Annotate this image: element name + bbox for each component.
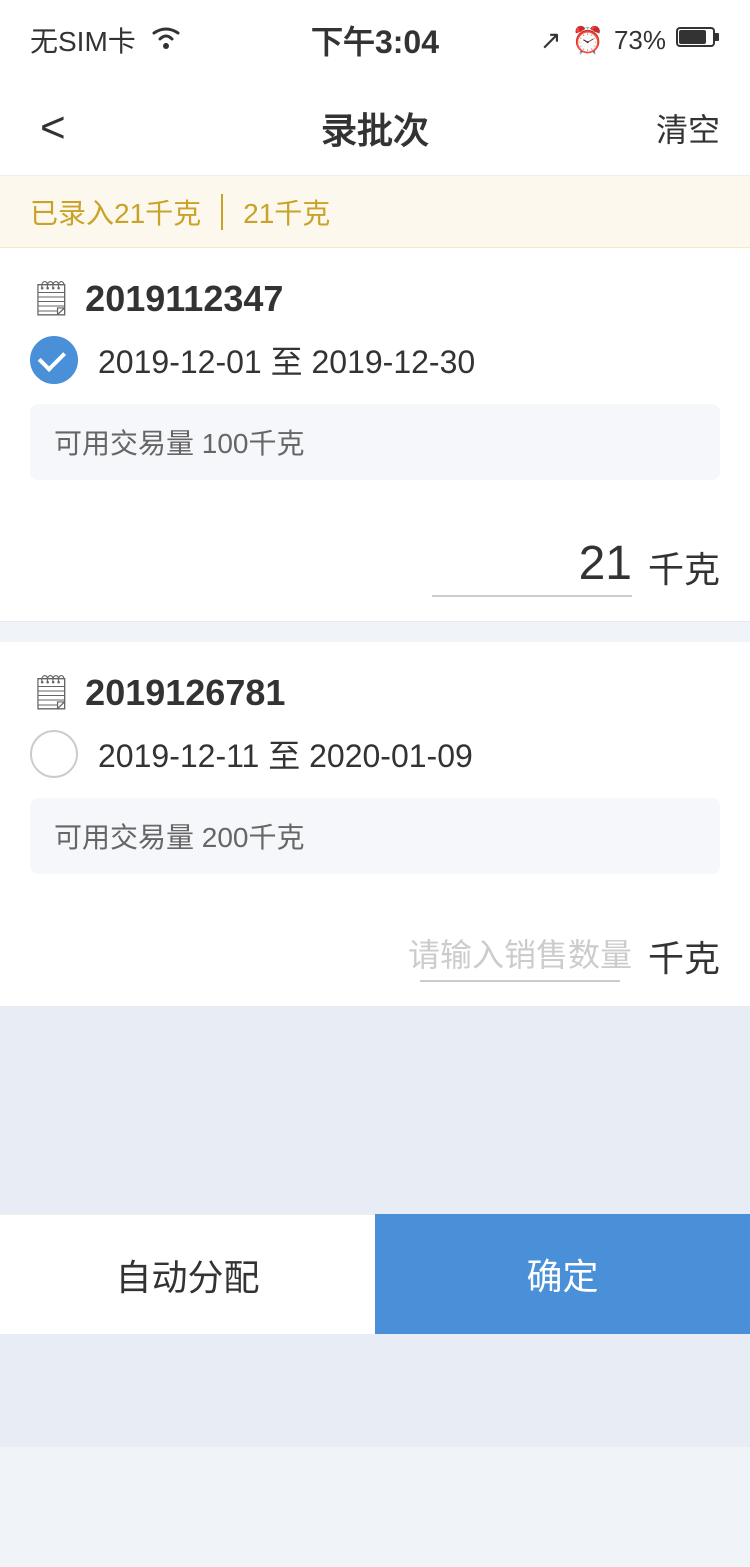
batch-date-1: 2019-12-01 至 2019-12-30 bbox=[98, 337, 475, 383]
batch-separator bbox=[0, 622, 750, 642]
wifi-icon bbox=[148, 23, 184, 58]
status-bar: 无SIM卡 下午3:04 ↗ ⏰ 73% bbox=[0, 0, 750, 80]
radio-button-2[interactable] bbox=[30, 730, 78, 778]
batch-card-2: 🗒 2019126781 2019-12-11 至 2020-01-09 可用交… bbox=[0, 642, 750, 1007]
amount-value-1[interactable]: 21 bbox=[579, 536, 632, 591]
status-right: ↗ ⏰ 73% bbox=[540, 25, 720, 56]
batch-date-row-1[interactable]: 2019-12-01 至 2019-12-30 bbox=[30, 336, 720, 384]
unit-label-2: 千克 bbox=[648, 930, 720, 982]
banner-divider bbox=[221, 194, 223, 230]
radio-button-1[interactable] bbox=[30, 336, 78, 384]
back-button[interactable]: < bbox=[30, 93, 76, 163]
batch-id-1: 2019112347 bbox=[85, 278, 283, 320]
batch-id-2: 2019126781 bbox=[85, 672, 285, 714]
input-row-1[interactable]: 21 千克 bbox=[0, 520, 750, 622]
batch-date-2: 2019-12-11 至 2020-01-09 bbox=[98, 731, 473, 777]
carrier-label: 无SIM卡 bbox=[30, 20, 136, 60]
banner-amount: 21千克 bbox=[243, 192, 330, 232]
batch-doc-icon-1: 🗒 bbox=[30, 279, 73, 319]
battery-icon bbox=[676, 25, 720, 56]
recorded-label: 已录入21千克 bbox=[30, 192, 201, 232]
alarm-icon: ⏰ bbox=[572, 25, 604, 56]
location-icon: ↗ bbox=[540, 25, 562, 56]
content-area: 🗒 2019112347 2019-12-01 至 2019-12-30 可用交… bbox=[0, 248, 750, 1567]
input-row-2[interactable]: 请输入销售数量 千克 bbox=[0, 914, 750, 1007]
batch-date-row-2[interactable]: 2019-12-11 至 2020-01-09 bbox=[30, 730, 720, 778]
status-left: 无SIM卡 bbox=[30, 20, 184, 60]
page-title: 录批次 bbox=[321, 102, 429, 154]
unit-label-1: 千克 bbox=[648, 541, 720, 593]
batch-quantity-2: 可用交易量 200千克 bbox=[30, 798, 720, 874]
info-banner: 已录入21千克 21千克 bbox=[0, 176, 750, 248]
battery-percent: 73% bbox=[614, 25, 666, 56]
auto-distribute-button[interactable]: 自动分配 bbox=[0, 1214, 375, 1334]
nav-bar: < 录批次 清空 bbox=[0, 80, 750, 176]
batch-doc-icon-2: 🗒 bbox=[30, 673, 73, 713]
input-underline-2 bbox=[420, 980, 620, 982]
batch-header-1: 🗒 2019112347 bbox=[30, 278, 720, 320]
confirm-button[interactable]: 确定 bbox=[375, 1214, 750, 1334]
status-time: 下午3:04 bbox=[311, 17, 439, 63]
batch-quantity-1: 可用交易量 100千克 bbox=[30, 404, 720, 480]
bottom-bar: 自动分配 确定 bbox=[0, 1214, 750, 1334]
batch-item-1: 🗒 2019112347 2019-12-01 至 2019-12-30 可用交… bbox=[0, 248, 750, 520]
input-underline-1 bbox=[432, 595, 632, 597]
clear-button[interactable]: 清空 bbox=[656, 105, 720, 151]
batch-card-1: 🗒 2019112347 2019-12-01 至 2019-12-30 可用交… bbox=[0, 248, 750, 622]
input-placeholder-2[interactable]: 请输入销售数量 bbox=[408, 930, 632, 976]
batch-header-2: 🗒 2019126781 bbox=[30, 672, 720, 714]
batch-item-2: 🗒 2019126781 2019-12-11 至 2020-01-09 可用交… bbox=[0, 642, 750, 914]
